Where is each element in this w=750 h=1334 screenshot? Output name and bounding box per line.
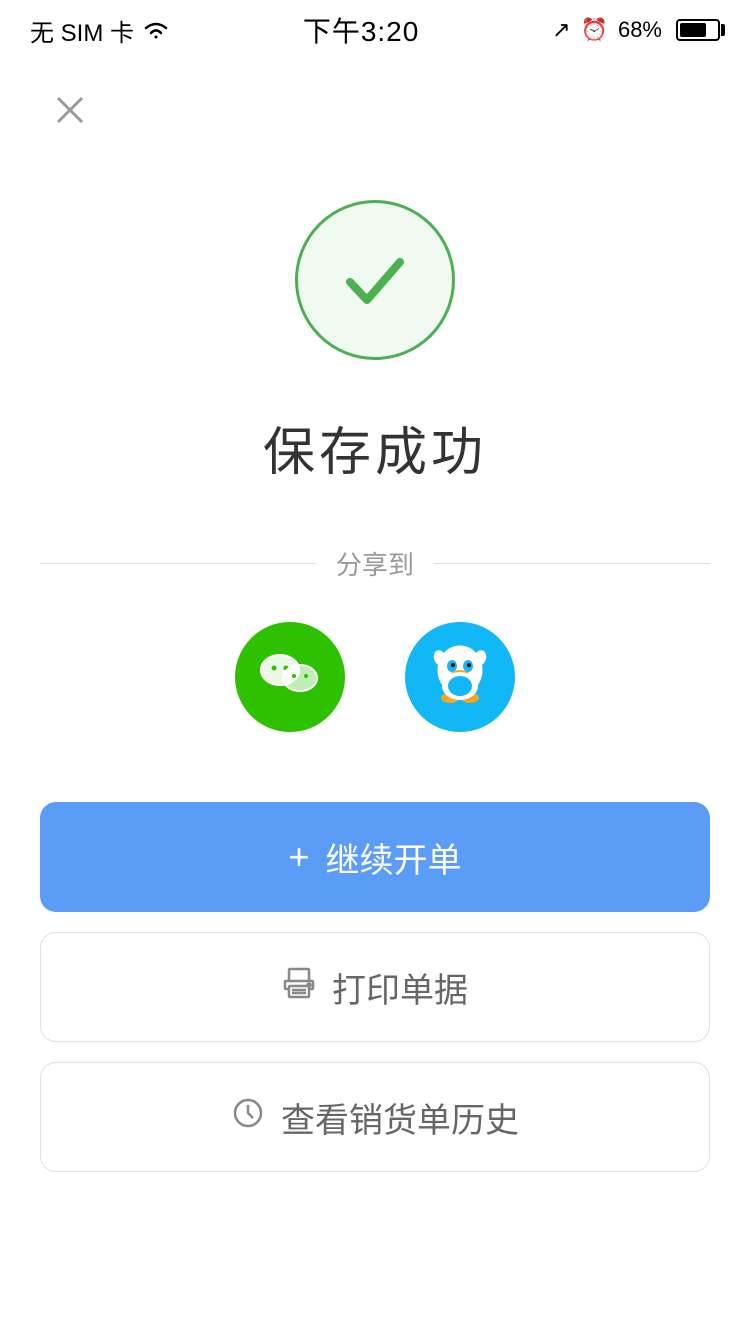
share-label: 分享到 xyxy=(336,545,414,582)
divider-right xyxy=(434,563,710,564)
battery-percent: 68% xyxy=(618,17,662,43)
carrier-text: 无 SIM 卡 xyxy=(30,13,134,48)
divider-left xyxy=(40,563,316,564)
action-buttons: + 继续开单 打印单据 xyxy=(40,802,710,1172)
share-divider: 分享到 xyxy=(40,545,710,582)
close-icon xyxy=(52,92,88,128)
share-icons xyxy=(235,622,515,732)
qq-icon xyxy=(428,642,493,712)
status-time: 下午3:20 xyxy=(303,10,420,50)
success-title: 保存成功 xyxy=(263,410,487,485)
status-carrier: 无 SIM 卡 xyxy=(30,13,170,48)
status-bar: 无 SIM 卡 下午3:20 ↗ ⏰ 68% xyxy=(0,0,750,60)
plus-icon: + xyxy=(288,836,309,878)
wechat-icon xyxy=(256,648,324,706)
print-button[interactable]: 打印单据 xyxy=(40,932,710,1042)
printer-icon xyxy=(282,966,316,1009)
clock-icon xyxy=(231,1096,265,1139)
main-content: 保存成功 分享到 xyxy=(0,60,750,1334)
continue-button[interactable]: + 继续开单 xyxy=(40,802,710,912)
continue-label: 继续开单 xyxy=(326,833,462,882)
location-icon: ↗ xyxy=(552,17,570,43)
battery-bar xyxy=(676,19,720,41)
success-circle xyxy=(295,200,455,360)
alarm-icon: ⏰ xyxy=(581,17,608,43)
share-wechat-button[interactable] xyxy=(235,622,345,732)
check-icon xyxy=(335,240,415,320)
share-qq-button[interactable] xyxy=(405,622,515,732)
close-button[interactable] xyxy=(40,80,100,140)
print-label: 打印单据 xyxy=(332,963,468,1012)
wifi-icon xyxy=(142,19,170,41)
status-right: ↗ ⏰ 68% xyxy=(552,17,720,43)
share-section: 分享到 xyxy=(40,545,710,732)
battery-fill xyxy=(680,23,706,37)
success-section: 保存成功 xyxy=(40,200,710,485)
history-label: 查看销货单历史 xyxy=(281,1093,519,1142)
history-button[interactable]: 查看销货单历史 xyxy=(40,1062,710,1172)
